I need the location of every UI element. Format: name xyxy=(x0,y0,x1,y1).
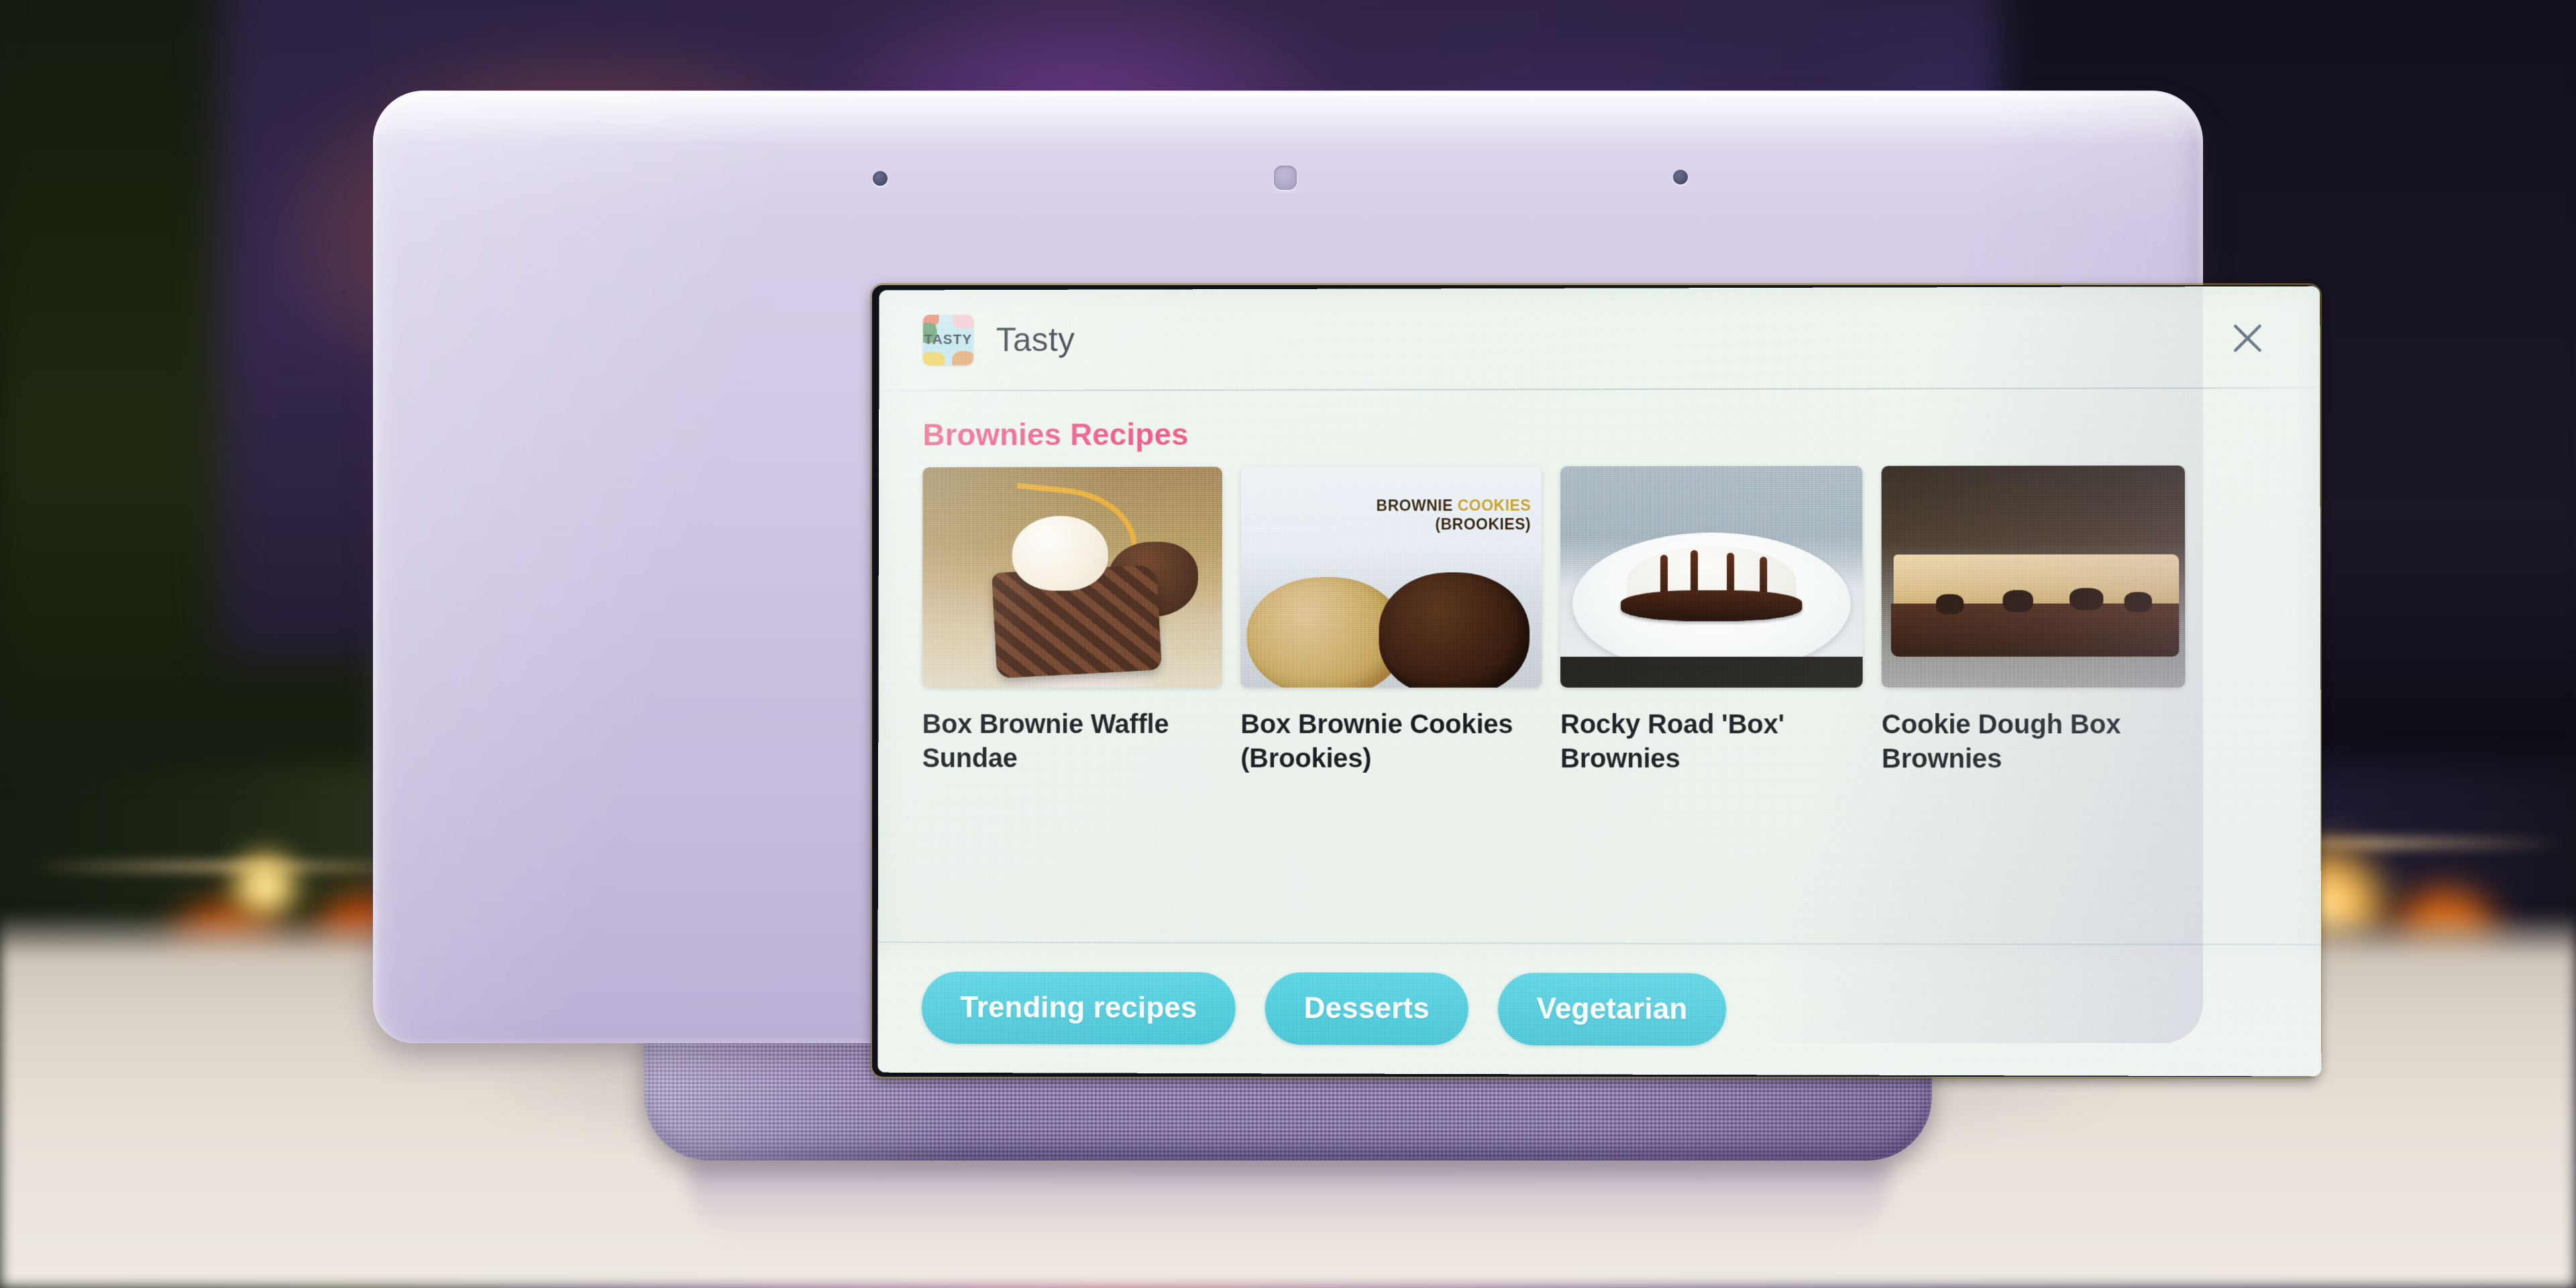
display-screen: TASTY Tasty Brownies Recipes Box Brownie… xyxy=(877,286,2322,1077)
bokeh-light-2 xyxy=(228,849,302,922)
thumb-choc-chip xyxy=(2070,588,2103,610)
recipe-card[interactable]: Rocky Road 'Box' Brownies xyxy=(1560,466,1863,777)
chip-trending-recipes[interactable]: Trending recipes xyxy=(921,971,1236,1045)
device-top-rim xyxy=(374,92,2202,146)
smart-display-device: TASTY Tasty Brownies Recipes Box Brownie… xyxy=(373,91,2322,1242)
recipe-thumbnail: BROWNIE COOKIES (BROOKIES) xyxy=(1240,466,1542,688)
overlay-word-cookies: COOKIES xyxy=(1457,496,1532,515)
recipe-title: Box Brownie Cookies (Brookies) xyxy=(1240,709,1513,774)
recipe-thumbnail xyxy=(1881,465,2186,688)
close-button[interactable] xyxy=(2225,316,2270,360)
app-title: Tasty xyxy=(996,321,1075,359)
icon-blob-3 xyxy=(952,314,974,329)
thumb-ice-cream-scoop xyxy=(1012,515,1108,591)
thumb-cookie-dark xyxy=(1379,572,1530,688)
thumb-choc-chip xyxy=(2124,592,2152,612)
camera-center-icon xyxy=(1274,166,1297,190)
mic-right-icon xyxy=(1673,170,1688,184)
recipe-thumbnail xyxy=(922,467,1222,688)
recipe-card[interactable]: Box Brownie Waffle Sundae xyxy=(922,467,1222,776)
suggestion-chip-bar: Trending recipes Desserts Vegetarian xyxy=(877,941,2322,1077)
thumb-overlay-text: BROWNIE COOKIES (BROOKIES) xyxy=(1377,496,1532,533)
thumb-choc-chip xyxy=(1936,594,1964,614)
tasty-icon-label: TASTY xyxy=(924,331,973,347)
tasty-app-icon[interactable]: TASTY xyxy=(922,314,974,366)
overlay-word-brookies: (BROOKIES) xyxy=(1435,515,1532,533)
chip-desserts[interactable]: Desserts xyxy=(1265,972,1468,1046)
chip-vegetarian[interactable]: Vegetarian xyxy=(1497,973,1727,1046)
app-header: TASTY Tasty xyxy=(879,286,2320,390)
recipe-title: Box Brownie Waffle Sundae xyxy=(922,709,1169,773)
close-icon xyxy=(2225,316,2270,360)
device-head: TASTY Tasty Brownies Recipes Box Brownie… xyxy=(373,91,2322,1077)
icon-blob-4 xyxy=(922,352,945,366)
section-heading: Brownies Recipes xyxy=(922,417,1189,452)
overlay-word-brownie: BROWNIE xyxy=(1376,496,1458,515)
recipe-title: Cookie Dough Box Brownies xyxy=(1881,710,2121,774)
recipe-title: Rocky Road 'Box' Brownies xyxy=(1560,709,1785,774)
thumb-sauce-pool xyxy=(1621,590,1803,621)
thumb-choc-chip xyxy=(2002,590,2033,612)
recipe-card-list: Box Brownie Waffle Sundae BROWNIE COOKIE… xyxy=(922,465,2186,777)
thumb-base-shadow xyxy=(1560,656,1863,688)
speaker-base-reflection xyxy=(688,1161,1889,1242)
recipe-thumbnail xyxy=(1560,466,1863,688)
mic-left-icon xyxy=(873,171,888,186)
recipe-card[interactable]: BROWNIE COOKIES (BROOKIES) Box Brownie C… xyxy=(1240,466,1542,776)
recipe-card[interactable]: Cookie Dough Box Brownies xyxy=(1881,465,2186,777)
icon-blob-5 xyxy=(952,351,974,366)
